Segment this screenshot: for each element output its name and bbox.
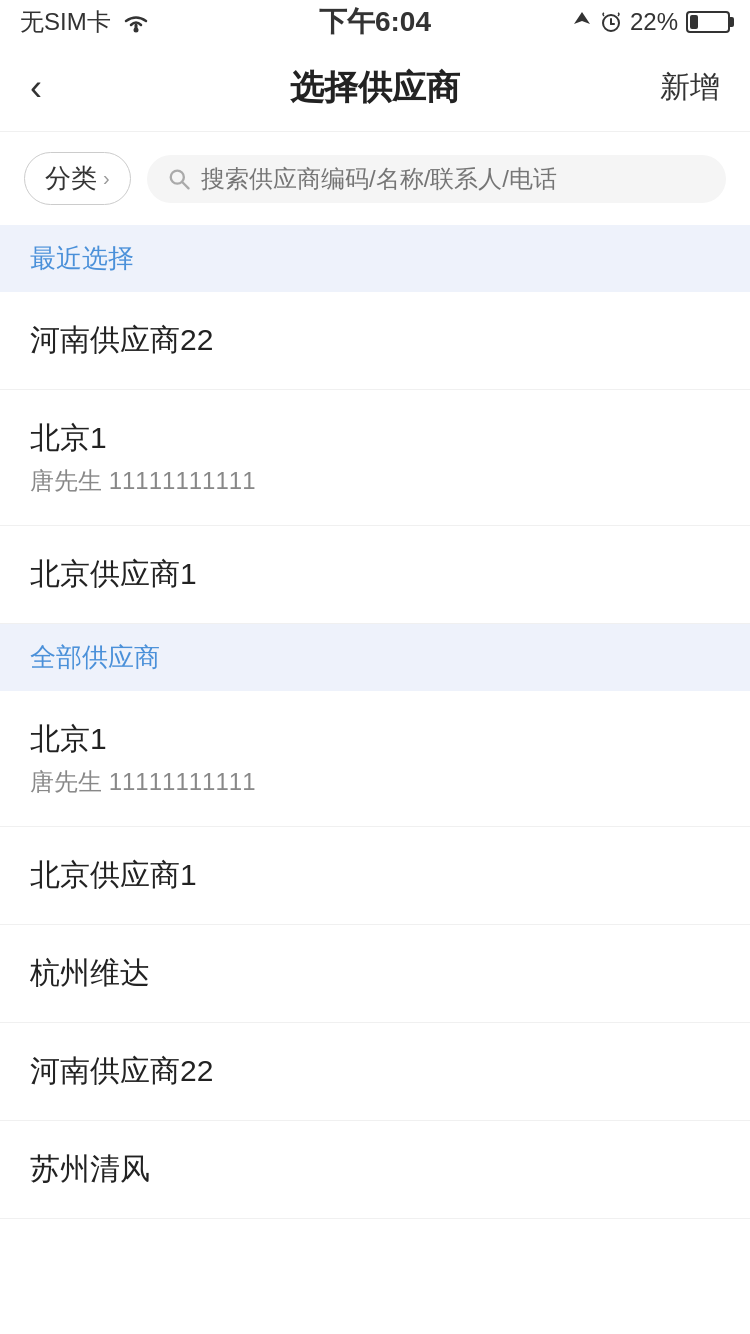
item-name: 苏州清风 <box>30 1149 720 1190</box>
wifi-icon <box>121 11 151 33</box>
svg-point-0 <box>133 28 138 33</box>
status-right: 22% <box>572 8 730 36</box>
add-button[interactable]: 新增 <box>660 67 720 108</box>
search-box[interactable] <box>147 155 726 203</box>
all-list: 北京1 唐先生 11111111111 北京供应商1 杭州维达河南供应商22 苏州清风 <box>0 691 750 1219</box>
location-icon <box>572 10 592 34</box>
list-item[interactable]: 苏州清风 <box>0 1121 750 1219</box>
recent-list: 河南供应商22 北京1 唐先生 11111111111 北京供应商1 <box>0 292 750 624</box>
carrier-text: 无SIM卡 <box>20 6 111 38</box>
item-contact: 唐先生 11111111111 <box>30 465 720 497</box>
list-item[interactable]: 杭州维达 <box>0 925 750 1023</box>
list-item[interactable]: 河南供应商22 <box>0 292 750 390</box>
nav-bar: ‹ 选择供应商 新增 <box>0 44 750 132</box>
battery-text: 22% <box>630 8 678 36</box>
status-bar: 无SIM卡 下午6:04 22% <box>0 0 750 44</box>
category-filter[interactable]: 分类 › <box>24 152 131 205</box>
recent-section-label: 最近选择 <box>30 243 134 273</box>
item-name: 杭州维达 <box>30 953 720 994</box>
item-name: 河南供应商22 <box>30 1051 720 1092</box>
list-item[interactable]: 北京1 唐先生 11111111111 <box>0 390 750 526</box>
status-left: 无SIM卡 <box>20 6 151 38</box>
svg-line-5 <box>182 182 188 188</box>
battery-icon <box>686 11 730 33</box>
list-item[interactable]: 北京供应商1 <box>0 526 750 624</box>
chevron-right-icon: › <box>103 167 110 190</box>
all-section-label: 全部供应商 <box>30 642 160 672</box>
status-time: 下午6:04 <box>319 3 431 41</box>
item-name: 北京供应商1 <box>30 554 720 595</box>
list-item[interactable]: 北京1 唐先生 11111111111 <box>0 691 750 827</box>
all-section-header: 全部供应商 <box>0 624 750 691</box>
recent-section-header: 最近选择 <box>0 225 750 292</box>
battery-fill <box>690 15 698 29</box>
search-input[interactable] <box>201 165 706 193</box>
search-icon <box>167 166 191 192</box>
page-title: 选择供应商 <box>290 65 460 111</box>
item-name: 北京1 <box>30 418 720 459</box>
back-button[interactable]: ‹ <box>30 67 90 109</box>
list-item[interactable]: 河南供应商22 <box>0 1023 750 1121</box>
item-name: 河南供应商22 <box>30 320 720 361</box>
list-item[interactable]: 北京供应商1 <box>0 827 750 925</box>
category-label: 分类 <box>45 161 97 196</box>
item-contact: 唐先生 11111111111 <box>30 766 720 798</box>
alarm-icon <box>600 11 622 33</box>
item-name: 北京供应商1 <box>30 855 720 896</box>
filter-bar: 分类 › <box>0 132 750 225</box>
item-name: 北京1 <box>30 719 720 760</box>
